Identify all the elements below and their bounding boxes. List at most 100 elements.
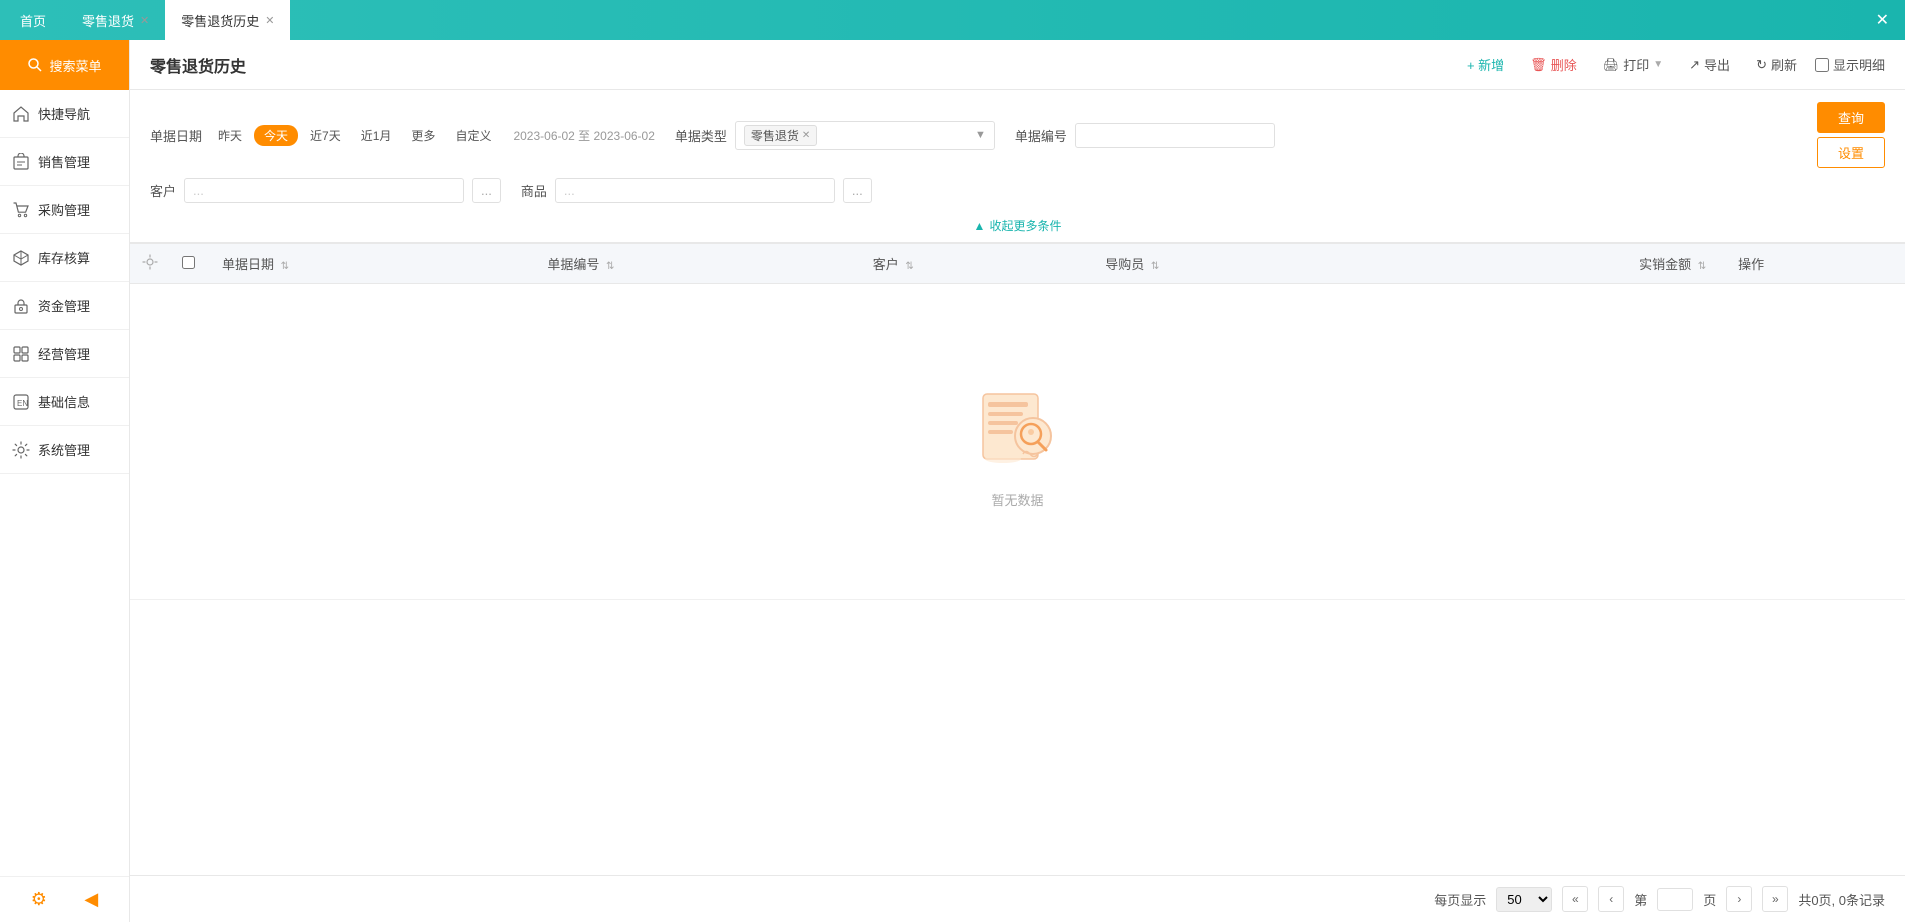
th-guide[interactable]: 导购员 ⇅ — [1093, 244, 1372, 284]
sidebar-item-quick-nav-label: 快捷导航 — [38, 104, 90, 123]
goods-input[interactable] — [555, 178, 835, 203]
query-button[interactable]: 查询 — [1817, 102, 1885, 133]
sidebar: 搜索菜单 快捷导航 销售管理 采购管理 — [0, 40, 130, 922]
first-page-button[interactable]: « — [1562, 886, 1588, 912]
tab-retail-return-history-close[interactable]: ✕ — [265, 14, 274, 27]
tab-retail-return[interactable]: 零售退货 ✕ — [66, 0, 165, 40]
page-label: 第 — [1634, 890, 1647, 909]
empty-cell: 暂无数据 — [130, 284, 1905, 600]
collapse-footer-icon[interactable]: ◀ — [84, 889, 98, 910]
operations-icon — [12, 345, 30, 363]
content-area: 零售退货历史 + 新增 🗑 删除 🖨 打印 ▼ ↗ 导出 — [130, 40, 1905, 922]
table-select-all-checkbox[interactable] — [182, 256, 195, 269]
tab-retail-return-close[interactable]: ✕ — [140, 14, 149, 27]
sidebar-item-basic-info[interactable]: EN 基础信息 — [0, 378, 129, 426]
doc-type-tag-close[interactable]: ✕ — [802, 130, 810, 141]
th-actions: 操作 — [1726, 244, 1905, 284]
doc-type-label: 单据类型 — [675, 126, 727, 145]
table-settings-icon[interactable] — [142, 254, 158, 270]
sidebar-item-sales[interactable]: 销售管理 — [0, 138, 129, 186]
sidebar-search[interactable]: 搜索菜单 — [0, 40, 129, 90]
filter-area: 单据日期 昨天 今天 近7天 近1月 更多 自定义 2023-06-02 至 2… — [130, 90, 1905, 243]
date-opt-yesterday[interactable]: 昨天 — [210, 125, 250, 146]
print-icon: 🖨 — [1603, 57, 1620, 73]
prev-page-button[interactable]: ‹ — [1598, 886, 1624, 912]
doc-no-filter: 单据编号 — [1015, 123, 1275, 148]
sidebar-item-sales-label: 销售管理 — [38, 152, 90, 171]
amount-sort-icon: ⇅ — [1698, 261, 1706, 272]
page-size-select[interactable]: 20 50 100 — [1496, 887, 1552, 912]
next-page-icon: › — [1737, 892, 1741, 906]
lock-icon — [12, 297, 30, 315]
th-settings[interactable] — [130, 244, 170, 284]
sidebar-item-system[interactable]: 系统管理 — [0, 426, 129, 474]
print-dropdown-icon: ▼ — [1653, 59, 1663, 70]
new-button[interactable]: + 新增 — [1459, 51, 1512, 78]
refresh-button[interactable]: ↻ 刷新 — [1748, 51, 1805, 78]
date-filter: 单据日期 昨天 今天 近7天 近1月 更多 自定义 2023-06-02 至 2… — [150, 125, 655, 146]
tab-home[interactable]: 首页 — [0, 0, 66, 40]
th-doc-no[interactable]: 单据编号 ⇅ — [535, 244, 860, 284]
date-range-text: 2023-06-02 至 2023-06-02 — [513, 127, 654, 144]
header-actions: + 新增 🗑 删除 🖨 打印 ▼ ↗ 导出 ↻ 刷新 — [1459, 51, 1885, 78]
th-amount[interactable]: 实销金额 ⇅ — [1372, 244, 1726, 284]
customer-ellipsis-btn[interactable]: ... — [472, 178, 501, 203]
sidebar-item-operations[interactable]: 经营管理 — [0, 330, 129, 378]
doc-type-select[interactable]: 零售退货 ✕ ▼ — [735, 121, 995, 150]
sidebar-item-inventory[interactable]: 库存核算 — [0, 234, 129, 282]
date-opt-custom[interactable]: 自定义 — [447, 125, 499, 146]
next-page-button[interactable]: › — [1726, 886, 1752, 912]
search-icon — [27, 57, 43, 73]
goods-ellipsis-btn[interactable]: ... — [843, 178, 872, 203]
date-opt-today[interactable]: 今天 — [254, 125, 298, 146]
show-detail-checkbox[interactable] — [1815, 58, 1829, 72]
page-number-input[interactable]: 1 — [1657, 888, 1693, 911]
sidebar-item-system-label: 系统管理 — [38, 440, 90, 459]
sidebar-item-finance[interactable]: 资金管理 — [0, 282, 129, 330]
last-page-button[interactable]: » — [1762, 886, 1788, 912]
th-doc-date[interactable]: 单据日期 ⇅ — [210, 244, 535, 284]
print-button[interactable]: 🖨 打印 ▼ — [1595, 51, 1671, 78]
date-opt-7days[interactable]: 近7天 — [302, 125, 349, 146]
top-bar: 首页 零售退货 ✕ 零售退货历史 ✕ ✕ — [0, 0, 1905, 40]
customer-filter: 客户 ... — [150, 178, 501, 203]
window-close-button[interactable]: ✕ — [1860, 10, 1905, 30]
export-button[interactable]: ↗ 导出 — [1681, 51, 1738, 78]
empty-row: 暂无数据 — [130, 284, 1905, 600]
total-records-text: 共0页, 0条记录 — [1798, 890, 1885, 909]
th-customer[interactable]: 客户 ⇅ — [861, 244, 1093, 284]
doc-type-tag: 零售退货 ✕ — [744, 125, 817, 146]
gear-icon — [12, 441, 30, 459]
customer-input[interactable] — [184, 178, 464, 203]
sidebar-item-purchase[interactable]: 采购管理 — [0, 186, 129, 234]
tab-list: 首页 零售退货 ✕ 零售退货历史 ✕ — [0, 0, 1860, 40]
sidebar-search-label: 搜索菜单 — [49, 56, 101, 75]
main-layout: 搜索菜单 快捷导航 销售管理 采购管理 — [0, 40, 1905, 922]
th-checkbox[interactable] — [170, 244, 210, 284]
collapse-bar: ▲ 收起更多条件 — [150, 213, 1885, 242]
date-options: 昨天 今天 近7天 近1月 更多 自定义 — [210, 125, 499, 146]
doc-no-input[interactable] — [1075, 123, 1275, 148]
tab-retail-return-label: 零售退货 — [82, 11, 134, 30]
sidebar-item-quick-nav[interactable]: 快捷导航 — [0, 90, 129, 138]
goods-filter: 商品 ... — [521, 178, 872, 203]
page-title: 零售退货历史 — [150, 53, 246, 77]
filter-row-1: 单据日期 昨天 今天 近7天 近1月 更多 自定义 2023-06-02 至 2… — [150, 102, 1885, 168]
date-opt-more[interactable]: 更多 — [403, 125, 443, 146]
settings-footer-icon[interactable]: ⚙ — [31, 889, 47, 910]
svg-text:EN: EN — [17, 399, 28, 408]
customer-label: 客户 — [150, 181, 176, 200]
empty-state-icon — [968, 374, 1068, 474]
collapse-button[interactable]: ▲ 收起更多条件 — [974, 217, 1062, 234]
tab-retail-return-history[interactable]: 零售退货历史 ✕ — [165, 0, 290, 40]
delete-button[interactable]: 🗑 删除 — [1522, 51, 1585, 78]
sidebar-item-operations-label: 经营管理 — [38, 344, 90, 363]
page-unit: 页 — [1703, 890, 1716, 909]
date-opt-1month[interactable]: 近1月 — [353, 125, 400, 146]
setting-button[interactable]: 设置 — [1817, 137, 1885, 168]
date-filter-label: 单据日期 — [150, 126, 202, 145]
doc-no-sort-icon: ⇅ — [606, 261, 614, 272]
empty-state: 暂无数据 — [142, 294, 1893, 589]
customer-sort-icon: ⇅ — [905, 261, 913, 272]
show-detail-label[interactable]: 显示明细 — [1815, 55, 1885, 74]
